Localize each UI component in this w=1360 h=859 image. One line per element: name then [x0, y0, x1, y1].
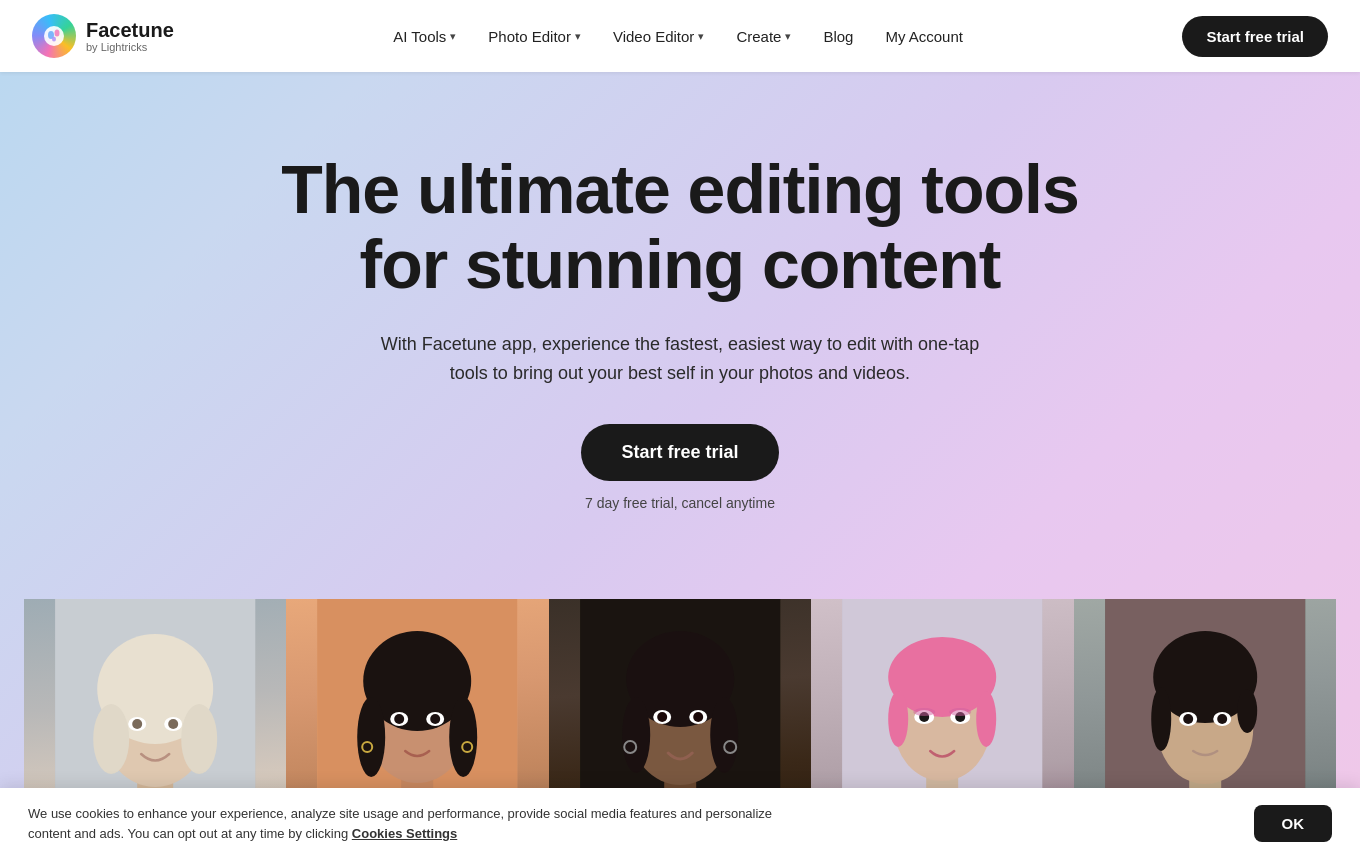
hero-trial-note: 7 day free trial, cancel anytime [281, 495, 1079, 511]
nav-ai-tools-label: AI Tools [393, 28, 446, 45]
chevron-down-icon: ▾ [785, 30, 791, 43]
hero-title: The ultimate editing tools for stunning … [281, 152, 1079, 302]
brand-sub: by Lightricks [86, 41, 174, 53]
nav-photo-editor-label: Photo Editor [488, 28, 571, 45]
nav-links: AI Tools ▾ Photo Editor ▾ Video Editor ▾… [379, 20, 977, 53]
svg-point-69 [1217, 714, 1227, 724]
svg-point-56 [913, 708, 935, 716]
svg-point-10 [93, 704, 129, 774]
logo-text: Facetune by Lightricks [86, 19, 174, 53]
svg-point-0 [44, 26, 64, 46]
svg-point-23 [450, 697, 478, 777]
nav-create[interactable]: Create ▾ [722, 20, 805, 53]
svg-point-27 [431, 714, 441, 724]
svg-point-11 [181, 704, 217, 774]
cookie-settings-link[interactable]: Cookies Settings [352, 826, 457, 841]
nav-start-trial-button[interactable]: Start free trial [1182, 16, 1328, 57]
nav-my-account[interactable]: My Account [871, 20, 977, 53]
nav-video-editor-label: Video Editor [613, 28, 694, 45]
nav-video-editor[interactable]: Video Editor ▾ [599, 20, 718, 53]
chevron-down-icon: ▾ [450, 30, 456, 43]
nav-create-label: Create [736, 28, 781, 45]
svg-point-2 [55, 30, 60, 37]
logo-icon [32, 14, 76, 58]
svg-point-15 [168, 719, 178, 729]
svg-point-64 [1151, 687, 1171, 751]
svg-point-25 [395, 714, 405, 724]
hero-subtitle: With Facetune app, experience the fastes… [360, 330, 1000, 388]
hero-content: The ultimate editing tools for stunning … [281, 72, 1079, 550]
svg-point-50 [888, 691, 908, 747]
svg-point-36 [622, 697, 650, 773]
svg-point-41 [693, 712, 703, 722]
chevron-down-icon: ▾ [575, 30, 581, 43]
chevron-down-icon: ▾ [698, 30, 704, 43]
nav-blog[interactable]: Blog [809, 20, 867, 53]
cookie-ok-button[interactable]: OK [1254, 805, 1333, 842]
svg-point-37 [710, 697, 738, 773]
hero-section: The ultimate editing tools for stunning … [0, 0, 1360, 859]
brand-name: Facetune [86, 19, 174, 41]
svg-point-13 [132, 719, 142, 729]
svg-point-39 [657, 712, 667, 722]
nav-my-account-label: My Account [885, 28, 963, 45]
navbar: Facetune by Lightricks AI Tools ▾ Photo … [0, 0, 1360, 72]
svg-point-3 [52, 37, 56, 42]
nav-photo-editor[interactable]: Photo Editor ▾ [474, 20, 595, 53]
cookie-text: We use cookies to enhance your experienc… [28, 804, 808, 843]
svg-point-22 [358, 697, 386, 777]
svg-point-65 [1237, 689, 1257, 733]
svg-point-67 [1183, 714, 1193, 724]
cookie-banner: We use cookies to enhance your experienc… [0, 788, 1360, 859]
hero-start-trial-button[interactable]: Start free trial [581, 424, 778, 481]
logo[interactable]: Facetune by Lightricks [32, 14, 174, 58]
svg-point-57 [949, 708, 971, 716]
svg-point-51 [976, 691, 996, 747]
nav-blog-label: Blog [823, 28, 853, 45]
nav-ai-tools[interactable]: AI Tools ▾ [379, 20, 470, 53]
